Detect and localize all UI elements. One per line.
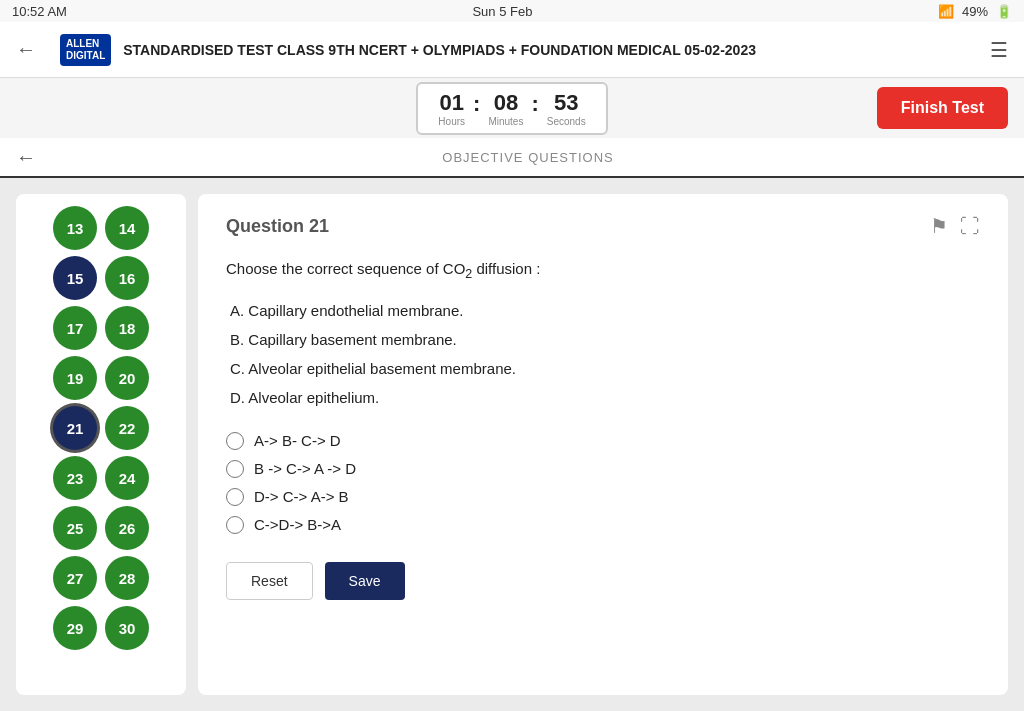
grid-row: 1718 bbox=[28, 306, 174, 350]
grid-row: 2930 bbox=[28, 606, 174, 650]
section-title: OBJECTIVE QUESTIONS bbox=[48, 150, 1008, 165]
grid-row: 2122 bbox=[28, 406, 174, 450]
status-date: Sun 5 Feb bbox=[472, 4, 532, 19]
timer-minutes: 08 bbox=[488, 90, 523, 116]
answer-label-4: C->D-> B->A bbox=[254, 516, 341, 533]
question-grid-btn-17[interactable]: 17 bbox=[53, 306, 97, 350]
question-grid-btn-21[interactable]: 21 bbox=[53, 406, 97, 450]
option-b: B. Capillary basement membrane. bbox=[226, 329, 980, 350]
answer-option-1[interactable]: A-> B- C-> D bbox=[226, 432, 980, 450]
timer-hours-segment: 01 Hours bbox=[438, 90, 465, 127]
flag-icon[interactable]: ⚑ bbox=[930, 214, 948, 238]
question-grid-btn-15[interactable]: 15 bbox=[53, 256, 97, 300]
question-grid-btn-19[interactable]: 19 bbox=[53, 356, 97, 400]
answer-label-1: A-> B- C-> D bbox=[254, 432, 341, 449]
timer-colon-2: : bbox=[531, 91, 538, 125]
timer-box: 01 Hours : 08 Minutes : 53 Seconds bbox=[416, 82, 607, 135]
grid-row: 2324 bbox=[28, 456, 174, 500]
question-grid-btn-24[interactable]: 24 bbox=[105, 456, 149, 500]
menu-icon[interactable]: ☰ bbox=[990, 38, 1008, 62]
option-d: D. Alveolar epithelium. bbox=[226, 387, 980, 408]
answer-radio-3[interactable] bbox=[226, 488, 244, 506]
answer-option-3[interactable]: D-> C-> A-> B bbox=[226, 488, 980, 506]
question-grid-btn-29[interactable]: 29 bbox=[53, 606, 97, 650]
answer-option-4[interactable]: C->D-> B->A bbox=[226, 516, 980, 534]
timer-seconds-segment: 53 Seconds bbox=[547, 90, 586, 127]
action-buttons: Reset Save bbox=[226, 562, 980, 600]
question-grid-btn-13[interactable]: 13 bbox=[53, 206, 97, 250]
finish-test-button[interactable]: Finish Test bbox=[877, 87, 1008, 129]
question-grid-btn-25[interactable]: 25 bbox=[53, 506, 97, 550]
question-grid-btn-20[interactable]: 20 bbox=[105, 356, 149, 400]
question-grid-btn-22[interactable]: 22 bbox=[105, 406, 149, 450]
question-panel: Question 21 ⚑ ⛶ Choose the correct seque… bbox=[198, 194, 1008, 695]
option-c: C. Alveolar epithelial basement membrane… bbox=[226, 358, 980, 379]
timer-seconds: 53 bbox=[547, 90, 586, 116]
wifi-icon: 📶 bbox=[938, 4, 954, 19]
question-grid-btn-23[interactable]: 23 bbox=[53, 456, 97, 500]
question-grid-btn-26[interactable]: 26 bbox=[105, 506, 149, 550]
main-content: 131415161718192021222324252627282930 Que… bbox=[0, 178, 1024, 711]
expand-icon[interactable]: ⛶ bbox=[960, 215, 980, 238]
answer-options: A-> B- C-> D B -> C-> A -> D D-> C-> A->… bbox=[226, 432, 980, 534]
answer-option-2[interactable]: B -> C-> A -> D bbox=[226, 460, 980, 478]
save-button[interactable]: Save bbox=[325, 562, 405, 600]
question-title: Question 21 bbox=[226, 216, 329, 237]
answer-radio-1[interactable] bbox=[226, 432, 244, 450]
timer-bar: 01 Hours : 08 Minutes : 53 Seconds Finis… bbox=[0, 78, 1024, 138]
timer-hours: 01 bbox=[438, 90, 465, 116]
header-title: STANDARDISED TEST CLASS 9TH NCERT + OLYM… bbox=[123, 42, 978, 58]
question-grid-btn-30[interactable]: 30 bbox=[105, 606, 149, 650]
question-grid-btn-14[interactable]: 14 bbox=[105, 206, 149, 250]
question-text: Choose the correct sequence of CO2 diffu… bbox=[226, 258, 980, 284]
timer-minutes-label: Minutes bbox=[488, 116, 523, 127]
question-grid-btn-18[interactable]: 18 bbox=[105, 306, 149, 350]
timer-seconds-label: Seconds bbox=[547, 116, 586, 127]
question-grid-btn-27[interactable]: 27 bbox=[53, 556, 97, 600]
grid-row: 1314 bbox=[28, 206, 174, 250]
grid-row: 1516 bbox=[28, 256, 174, 300]
question-grid-btn-16[interactable]: 16 bbox=[105, 256, 149, 300]
section-header: ← OBJECTIVE QUESTIONS bbox=[0, 138, 1024, 178]
question-header: Question 21 ⚑ ⛶ bbox=[226, 214, 980, 238]
status-time: 10:52 AM bbox=[12, 4, 67, 19]
answer-label-2: B -> C-> A -> D bbox=[254, 460, 356, 477]
grid-row: 2728 bbox=[28, 556, 174, 600]
option-a: A. Capillary endothelial membrane. bbox=[226, 300, 980, 321]
question-grid-btn-28[interactable]: 28 bbox=[105, 556, 149, 600]
grid-row: 1920 bbox=[28, 356, 174, 400]
section-back-button[interactable]: ← bbox=[16, 146, 36, 169]
question-grid: 131415161718192021222324252627282930 bbox=[16, 194, 186, 695]
reset-button[interactable]: Reset bbox=[226, 562, 313, 600]
header-back-button[interactable]: ← bbox=[16, 38, 36, 61]
answer-radio-2[interactable] bbox=[226, 460, 244, 478]
timer-colon-1: : bbox=[473, 91, 480, 125]
timer-minutes-segment: 08 Minutes bbox=[488, 90, 523, 127]
answer-radio-4[interactable] bbox=[226, 516, 244, 534]
answer-label-3: D-> C-> A-> B bbox=[254, 488, 349, 505]
header: ← ALLEN DIGITAL STANDARDISED TEST CLASS … bbox=[0, 22, 1024, 78]
question-icons: ⚑ ⛶ bbox=[930, 214, 980, 238]
allen-logo: ALLEN DIGITAL bbox=[60, 34, 111, 66]
timer-hours-label: Hours bbox=[438, 116, 465, 127]
status-bar: 10:52 AM Sun 5 Feb 📶 49% 🔋 bbox=[0, 0, 1024, 22]
battery-percentage: 49% bbox=[962, 4, 988, 19]
logo-area: ALLEN DIGITAL bbox=[60, 34, 111, 66]
grid-row: 2526 bbox=[28, 506, 174, 550]
battery-icon: 🔋 bbox=[996, 4, 1012, 19]
